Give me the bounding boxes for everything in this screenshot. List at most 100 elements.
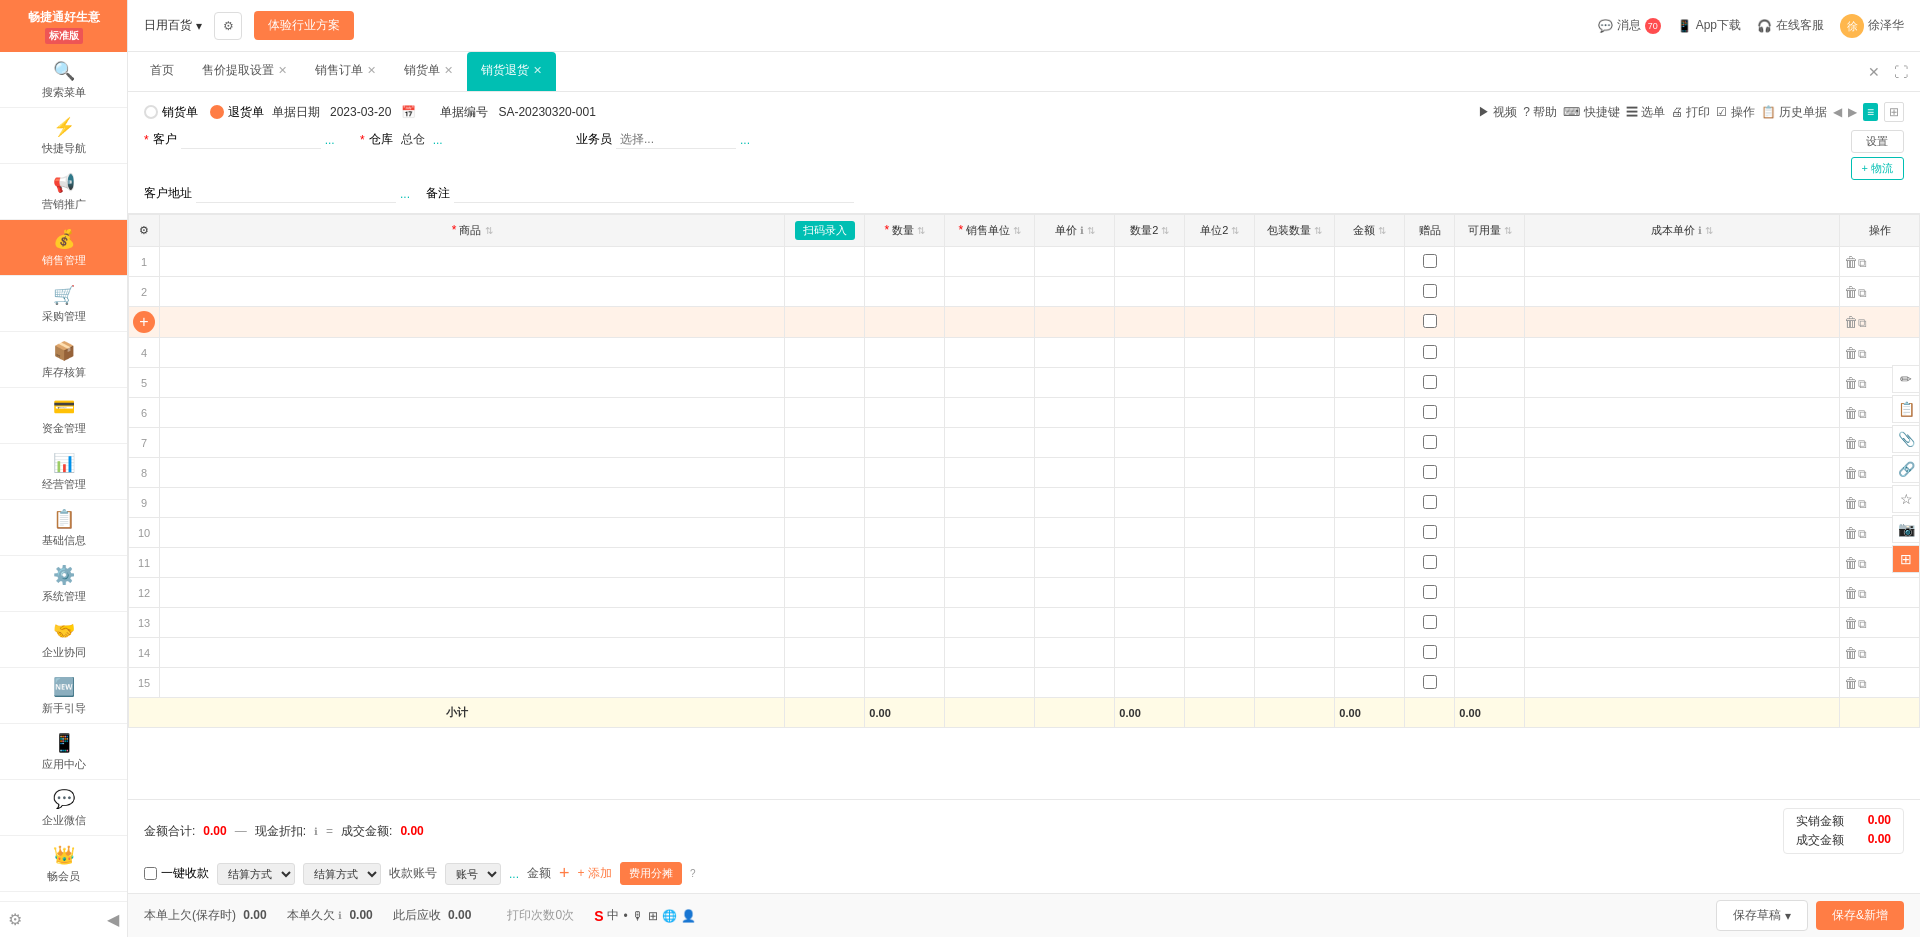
copy-row-button[interactable]: ⧉ xyxy=(1858,286,1867,300)
price-sort[interactable]: ⇅ xyxy=(1087,225,1095,236)
app-download-button[interactable]: 📱 App下载 xyxy=(1677,17,1741,34)
cell-unit-price[interactable] xyxy=(1035,668,1115,698)
calendar-icon[interactable]: 📅 xyxy=(401,105,416,119)
cell-pkg-qty[interactable] xyxy=(1255,398,1335,428)
cell-scan[interactable] xyxy=(785,338,865,368)
sidebar-item-member[interactable]: 👑 畅会员 xyxy=(0,836,127,892)
toolbar-prev-icon[interactable]: ◀ xyxy=(1833,105,1842,119)
sidebar-item-wechat[interactable]: 💬 企业微信 xyxy=(0,780,127,836)
sidebar-item-marketing[interactable]: 📢 营销推广 xyxy=(0,164,127,220)
cell-cost-price[interactable] xyxy=(1525,247,1840,277)
cell-amount[interactable] xyxy=(1335,398,1405,428)
this-debt-info[interactable]: ℹ xyxy=(338,910,342,921)
cell-qty[interactable] xyxy=(865,578,945,608)
user-avatar[interactable]: 徐 徐泽华 xyxy=(1840,14,1904,38)
cell-sales-unit[interactable] xyxy=(945,518,1035,548)
cell-amount[interactable] xyxy=(1335,247,1405,277)
toolbar-grid-view[interactable]: ⊞ xyxy=(1884,102,1904,122)
cell-unit-price[interactable] xyxy=(1035,247,1115,277)
toolbar-print[interactable]: 🖨 打印 xyxy=(1671,104,1710,121)
address-input[interactable] xyxy=(196,184,396,203)
delete-row-button[interactable]: 🗑 xyxy=(1844,345,1858,361)
delete-row-button[interactable]: 🗑 xyxy=(1844,465,1858,481)
cell-unit2[interactable] xyxy=(1185,488,1255,518)
sidebar-item-basic[interactable]: 📋 基础信息 xyxy=(0,500,127,556)
delete-row-button[interactable]: 🗑 xyxy=(1844,555,1858,571)
toolbar-next-icon[interactable]: ▶ xyxy=(1848,105,1857,119)
float-icon-3[interactable]: 📎 xyxy=(1892,425,1920,453)
cell-available[interactable] xyxy=(1455,548,1525,578)
cell-cost-price[interactable] xyxy=(1525,368,1840,398)
dots-account[interactable]: ... xyxy=(509,867,519,881)
cell-available[interactable] xyxy=(1455,277,1525,307)
cell-qty[interactable] xyxy=(865,518,945,548)
customer-input[interactable] xyxy=(181,130,321,149)
cell-pkg-qty[interactable] xyxy=(1255,578,1335,608)
cell-sales-unit[interactable] xyxy=(945,428,1035,458)
message-button[interactable]: 💬 消息 70 xyxy=(1598,17,1661,34)
radio-sales[interactable]: 销货单 xyxy=(144,104,198,121)
address-dots[interactable]: ... xyxy=(400,187,410,201)
sidebar-item-search[interactable]: 🔍 搜索菜单 xyxy=(0,52,127,108)
cell-unit-price[interactable] xyxy=(1035,458,1115,488)
cell-pkg-qty[interactable] xyxy=(1255,548,1335,578)
product-input-active[interactable] xyxy=(164,315,780,329)
cell-unit2[interactable] xyxy=(1185,368,1255,398)
header-settings-button[interactable]: ⚙ xyxy=(214,12,242,40)
copy-row-button[interactable]: ⧉ xyxy=(1858,527,1867,541)
tab-price-setup-close[interactable]: ✕ xyxy=(278,64,287,77)
one-click-pay-checkbox[interactable]: 一键收款 xyxy=(144,865,209,882)
one-click-pay-check[interactable] xyxy=(144,867,157,880)
cell-unit-price[interactable] xyxy=(1035,277,1115,307)
cell-scan[interactable] xyxy=(785,518,865,548)
gift-checkbox[interactable] xyxy=(1423,405,1437,419)
cell-pkg-qty[interactable] xyxy=(1255,638,1335,668)
cell-sales-unit[interactable] xyxy=(945,338,1035,368)
cell-scan[interactable] xyxy=(785,368,865,398)
cell-scan[interactable] xyxy=(785,488,865,518)
cell-unit-price[interactable] xyxy=(1035,338,1115,368)
sidebar-item-inventory[interactable]: 📦 库存核算 xyxy=(0,332,127,388)
cell-amount[interactable] xyxy=(1335,368,1405,398)
cell-pkg-qty[interactable] xyxy=(1255,368,1335,398)
gift-checkbox[interactable] xyxy=(1423,675,1437,689)
discount-info[interactable]: ℹ xyxy=(314,826,318,837)
calc-method-select[interactable]: 结算方式 xyxy=(303,863,381,885)
cell-qty[interactable] xyxy=(865,338,945,368)
cell-available[interactable] xyxy=(1455,338,1525,368)
salesperson-dots[interactable]: ... xyxy=(740,133,750,147)
cell-cost-price[interactable] xyxy=(1525,428,1840,458)
delete-row-button[interactable]: 🗑 xyxy=(1844,645,1858,661)
cell-qty[interactable] xyxy=(865,368,945,398)
cell-unit-price[interactable] xyxy=(1035,398,1115,428)
sidebar-item-finance[interactable]: 💳 资金管理 xyxy=(0,388,127,444)
float-icon-1[interactable]: ✏ xyxy=(1892,365,1920,393)
sidebar-item-apps[interactable]: 📱 应用中心 xyxy=(0,724,127,780)
cell-unit-price[interactable] xyxy=(1035,608,1115,638)
cell-unit2[interactable] xyxy=(1185,668,1255,698)
cell-qty[interactable] xyxy=(865,668,945,698)
cell-amount[interactable] xyxy=(1335,488,1405,518)
cell-qty[interactable] xyxy=(865,277,945,307)
copy-row-button[interactable]: ⧉ xyxy=(1858,497,1867,511)
cell-pkg-qty[interactable] xyxy=(1255,428,1335,458)
cell-unit2[interactable] xyxy=(1185,638,1255,668)
cell-available[interactable] xyxy=(1455,247,1525,277)
cell-qty2[interactable] xyxy=(1115,488,1185,518)
sidebar-item-guide[interactable]: 🆕 新手引导 xyxy=(0,668,127,724)
cell-unit2[interactable] xyxy=(1185,548,1255,578)
cell-qty[interactable] xyxy=(865,428,945,458)
cell-cost-price[interactable] xyxy=(1525,398,1840,428)
cell-scan[interactable] xyxy=(785,307,865,338)
tab-sales-close[interactable]: ✕ xyxy=(444,64,453,77)
cell-unit2[interactable] xyxy=(1185,277,1255,307)
maximize-icon[interactable]: ⛶ xyxy=(1890,64,1912,80)
sidebar-item-sales-mgmt[interactable]: 💰 销售管理 xyxy=(0,220,127,276)
cell-sales-unit[interactable] xyxy=(945,668,1035,698)
cell-amount[interactable] xyxy=(1335,338,1405,368)
trial-button[interactable]: 体验行业方案 xyxy=(254,11,354,40)
copy-row-button[interactable]: ⧉ xyxy=(1858,377,1867,391)
copy-row-button[interactable]: ⧉ xyxy=(1858,617,1867,631)
sidebar-item-purchase[interactable]: 🛒 采购管理 xyxy=(0,276,127,332)
cell-pkg-qty[interactable] xyxy=(1255,668,1335,698)
